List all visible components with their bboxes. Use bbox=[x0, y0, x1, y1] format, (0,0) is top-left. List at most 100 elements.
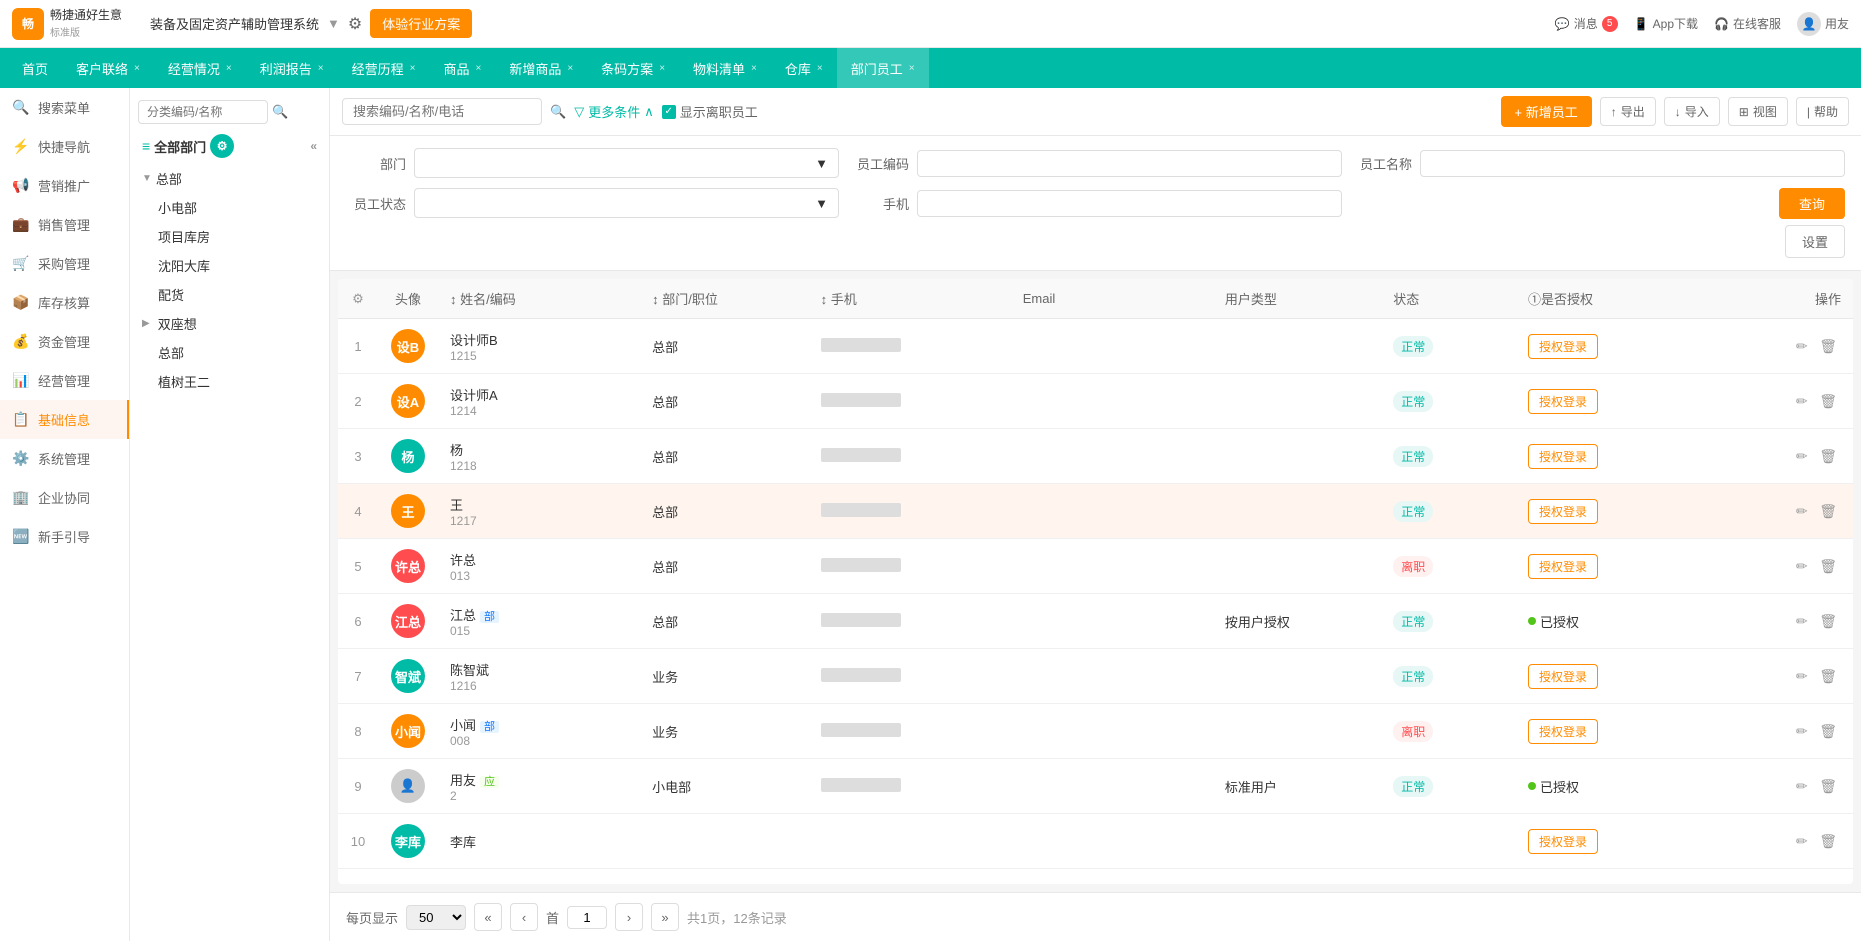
first-page-btn[interactable]: « bbox=[474, 903, 502, 931]
user-btn[interactable]: 👤 用友 bbox=[1797, 12, 1849, 36]
dept-select[interactable]: ▼ bbox=[414, 148, 839, 178]
sidebar-item-finance[interactable]: 💰 资金管理 bbox=[0, 322, 129, 361]
sidebar-item-marketing[interactable]: 📢 营销推广 bbox=[0, 166, 129, 205]
name-input[interactable] bbox=[1420, 150, 1845, 177]
tab-new-goods[interactable]: 新增商品 × bbox=[495, 48, 587, 88]
delete-btn[interactable]: 🗑 bbox=[1815, 776, 1841, 797]
sidebar-item-biz[interactable]: 📊 经营管理 bbox=[0, 361, 129, 400]
edit-btn[interactable]: ✏ bbox=[1792, 336, 1812, 357]
sidebar-item-purchase[interactable]: 🛒 采购管理 bbox=[0, 244, 129, 283]
dept-item-project[interactable]: 项目库房 bbox=[130, 222, 329, 251]
edit-btn[interactable]: ✏ bbox=[1792, 666, 1812, 687]
tab-operation[interactable]: 经营情况 × bbox=[154, 48, 246, 88]
search-icon: 🔍 bbox=[12, 99, 30, 117]
employee-name: 杨 bbox=[450, 440, 628, 459]
trial-button[interactable]: 体验行业方案 bbox=[370, 9, 472, 38]
edit-btn[interactable]: ✏ bbox=[1792, 556, 1812, 577]
edit-btn[interactable]: ✏ bbox=[1792, 501, 1812, 522]
dept-item-zhishu[interactable]: 植树王二 bbox=[130, 367, 329, 396]
search-input[interactable] bbox=[342, 98, 542, 125]
delete-btn[interactable]: 🗑 bbox=[1815, 336, 1841, 357]
export-btn[interactable]: ↑ 导出 bbox=[1600, 97, 1656, 126]
auth-btn[interactable]: 授权登录 bbox=[1528, 334, 1598, 359]
tab-bom[interactable]: 物料清单 × bbox=[679, 48, 771, 88]
phone-value bbox=[821, 338, 901, 352]
page-size-select[interactable]: 50 100 200 bbox=[406, 905, 466, 930]
search-btn[interactable]: 查询 bbox=[1779, 188, 1845, 219]
sidebar-item-corp[interactable]: 🏢 企业协同 bbox=[0, 478, 129, 517]
dept-all-btn[interactable]: ≡ 全部部门 ⚙ « bbox=[130, 128, 329, 164]
settings-btn[interactable]: 设置 bbox=[1785, 225, 1845, 258]
auth-btn[interactable]: 授权登录 bbox=[1528, 444, 1598, 469]
sidebar-item-system[interactable]: ⚙️ 系统管理 bbox=[0, 439, 129, 478]
dept-search-input[interactable] bbox=[138, 100, 268, 124]
dept-collapse-btn[interactable]: « bbox=[310, 139, 317, 153]
more-filter-btn[interactable]: ▽ 更多条件 ∧ bbox=[574, 102, 654, 121]
delete-btn[interactable]: 🗑 bbox=[1815, 446, 1841, 467]
sidebar-item-inventory[interactable]: 📦 库存核算 bbox=[0, 283, 129, 322]
edit-btn[interactable]: ✏ bbox=[1792, 776, 1812, 797]
dept-item-zongbu2[interactable]: 总部 bbox=[130, 338, 329, 367]
show-resigned-toggle[interactable]: ✓ 显示离职员工 bbox=[662, 102, 758, 121]
edit-btn[interactable]: ✏ bbox=[1792, 721, 1812, 742]
sidebar-item-guide[interactable]: 🆕 新手引导 bbox=[0, 517, 129, 556]
edit-btn[interactable]: ✏ bbox=[1792, 446, 1812, 467]
more-btn[interactable]: | 帮助 bbox=[1796, 97, 1849, 126]
import-btn[interactable]: ↓ 导入 bbox=[1664, 97, 1720, 126]
delete-btn[interactable]: 🗑 bbox=[1815, 831, 1841, 852]
dept-settings-icon[interactable]: ⚙ bbox=[210, 134, 234, 158]
last-page-btn[interactable]: » bbox=[651, 903, 679, 931]
app-download-btn[interactable]: 📱 App下载 bbox=[1634, 15, 1698, 32]
auth-btn[interactable]: 授权登录 bbox=[1528, 389, 1598, 414]
view-btn[interactable]: ⊞ 视图 bbox=[1728, 97, 1788, 126]
auth-btn[interactable]: 授权登录 bbox=[1528, 554, 1598, 579]
system-dropdown-icon[interactable]: ▼ bbox=[327, 16, 340, 31]
tab-customer[interactable]: 客户联络 × bbox=[62, 48, 154, 88]
delete-btn[interactable]: 🗑 bbox=[1815, 556, 1841, 577]
delete-btn[interactable]: 🗑 bbox=[1815, 666, 1841, 687]
search-icon[interactable]: 🔍 bbox=[550, 104, 566, 120]
dept-item-shuangzuo[interactable]: ▶ 双座想 bbox=[130, 309, 329, 338]
dept-item-xiaodian[interactable]: 小电部 bbox=[130, 193, 329, 222]
th-settings[interactable]: ⚙ bbox=[338, 279, 378, 319]
dept-item-shenyang[interactable]: 沈阳大库 bbox=[130, 251, 329, 280]
auth-btn[interactable]: 授权登录 bbox=[1528, 499, 1598, 524]
code-input[interactable] bbox=[917, 150, 1342, 177]
edit-btn[interactable]: ✏ bbox=[1792, 611, 1812, 632]
th-dept[interactable]: ↕ 部门/职位 bbox=[640, 279, 808, 319]
sidebar-item-basic[interactable]: 📋 基础信息 bbox=[0, 400, 129, 439]
phone-input[interactable] bbox=[917, 190, 1342, 217]
add-employee-btn[interactable]: + 新增员工 bbox=[1501, 96, 1592, 127]
auth-btn[interactable]: 授权登录 bbox=[1528, 664, 1598, 689]
delete-btn[interactable]: 🗑 bbox=[1815, 721, 1841, 742]
delete-btn[interactable]: 🗑 bbox=[1815, 501, 1841, 522]
tab-history[interactable]: 经营历程 × bbox=[338, 48, 430, 88]
delete-btn[interactable]: 🗑 bbox=[1815, 611, 1841, 632]
tab-barcode[interactable]: 条码方案 × bbox=[587, 48, 679, 88]
next-page-btn[interactable]: › bbox=[615, 903, 643, 931]
th-phone[interactable]: ↕ 手机 bbox=[809, 279, 1011, 319]
tab-profit[interactable]: 利润报告 × bbox=[246, 48, 338, 88]
th-name[interactable]: ↕ 姓名/编码 bbox=[438, 279, 640, 319]
sidebar-item-sales[interactable]: 💼 销售管理 bbox=[0, 205, 129, 244]
tab-dept-staff[interactable]: 部门员工 × bbox=[837, 48, 929, 88]
tab-warehouse[interactable]: 仓库 × bbox=[771, 48, 837, 88]
edit-btn[interactable]: ✏ bbox=[1792, 391, 1812, 412]
page-input[interactable] bbox=[567, 906, 607, 929]
message-btn[interactable]: 💬 消息 5 bbox=[1555, 15, 1618, 32]
status-select[interactable]: ▼ bbox=[414, 188, 839, 218]
gear-button[interactable]: ⚙ bbox=[348, 14, 362, 34]
tab-home[interactable]: 首页 bbox=[8, 48, 62, 88]
auth-btn[interactable]: 授权登录 bbox=[1528, 719, 1598, 744]
delete-btn[interactable]: 🗑 bbox=[1815, 391, 1841, 412]
service-btn[interactable]: 🎧 在线客服 bbox=[1714, 15, 1781, 32]
edit-btn[interactable]: ✏ bbox=[1792, 831, 1812, 852]
tab-goods[interactable]: 商品 × bbox=[429, 48, 495, 88]
dept-item-zongbu[interactable]: ▼ 总部 bbox=[130, 164, 329, 193]
dept-search-icon[interactable]: 🔍 bbox=[272, 104, 288, 120]
auth-btn[interactable]: 授权登录 bbox=[1528, 829, 1598, 854]
sidebar-item-shortcut[interactable]: ⚡ 快捷导航 bbox=[0, 127, 129, 166]
prev-page-btn[interactable]: ‹ bbox=[510, 903, 538, 931]
dept-item-peihuo[interactable]: 配货 bbox=[130, 280, 329, 309]
sidebar-item-search[interactable]: 🔍 搜索菜单 bbox=[0, 88, 129, 127]
